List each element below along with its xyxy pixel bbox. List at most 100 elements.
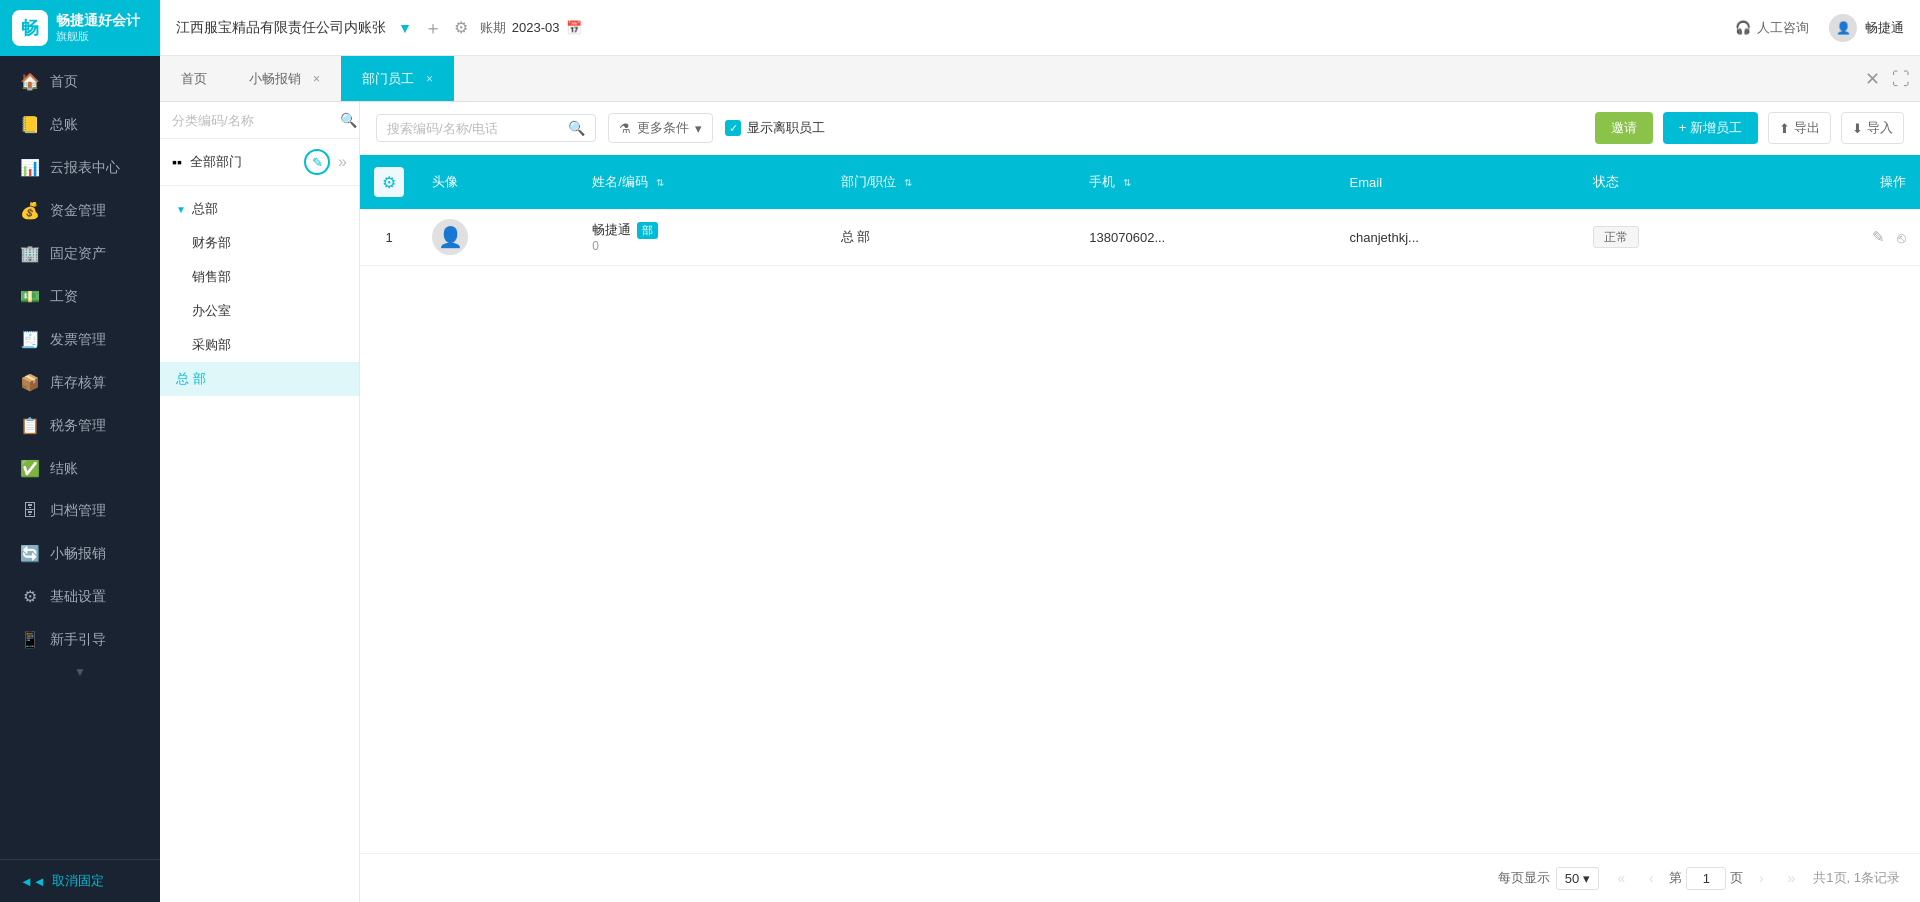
sidebar-item-salary[interactable]: 💵工资 (0, 275, 160, 318)
topbar-settings-icon[interactable]: ⚙ (454, 18, 468, 37)
settings-icon: ⚙ (20, 587, 40, 606)
th-phone[interactable]: 手机 ⇅ (1075, 155, 1335, 209)
sidebar-item-invoice[interactable]: 🧾发票管理 (0, 318, 160, 361)
sidebar-item-guide[interactable]: 📱新手引导 (0, 618, 160, 661)
dept-node-sales[interactable]: 销售部 (160, 260, 359, 294)
phone-sort-icon: ⇅ (1123, 177, 1131, 188)
import-button[interactable]: ⬇ 导入 (1841, 112, 1904, 144)
main-area: 江西服宝精品有限责任公司内账张 ▼ ＋ ⚙ 账期 2023-03 📅 🎧 人工咨… (160, 0, 1920, 902)
import-label: 导入 (1867, 119, 1893, 137)
dept-header: ▪▪ 全部部门 ✎ » (160, 139, 359, 186)
employee-search-icon[interactable]: 🔍 (568, 120, 585, 136)
dept-node-general[interactable]: 总 部 (160, 362, 359, 396)
dept-arrow-down-icon: ▼ (176, 204, 186, 215)
logout-employee-icon[interactable]: ⎋ (1897, 229, 1906, 246)
sidebar-item-tax[interactable]: 📋税务管理 (0, 404, 160, 447)
th-name[interactable]: 姓名/编码 ⇅ (578, 155, 827, 209)
prev-page-button[interactable]: ‹ (1639, 866, 1663, 890)
row-email: chanjethkj... (1336, 209, 1580, 266)
sidebar-item-archive[interactable]: 🗄归档管理 (0, 490, 160, 532)
table-settings-button[interactable]: ⚙ (374, 167, 404, 197)
dept-search-input[interactable] (172, 113, 340, 128)
dept-sort-icon: ⇅ (904, 177, 912, 188)
tab-expense-close-icon[interactable]: × (313, 72, 320, 86)
sidebar-item-expense[interactable]: 🔄小畅报销 (0, 532, 160, 575)
employee-code: 0 (592, 239, 813, 253)
tab-employees[interactable]: 部门员工 × (341, 56, 454, 101)
employee-status-badge: 正常 (1593, 226, 1639, 248)
company-name: 江西服宝精品有限责任公司内账张 (176, 19, 386, 37)
last-page-button[interactable]: » (1779, 866, 1803, 890)
sidebar-item-home[interactable]: 🏠首页 (0, 60, 160, 103)
edit-employee-icon[interactable]: ✎ (1872, 228, 1885, 246)
sidebar-item-settings[interactable]: ⚙基础设置 (0, 575, 160, 618)
user-avatar: 👤 (1829, 14, 1857, 42)
app-name: 畅捷通好会计 (56, 12, 140, 29)
sidebar-item-ledger[interactable]: 📒总账 (0, 103, 160, 146)
guide-icon: 📱 (20, 630, 40, 649)
invite-button[interactable]: 邀请 (1595, 112, 1653, 144)
close-all-tabs-button[interactable]: ✕ (1865, 68, 1880, 90)
th-avatar: 头像 (418, 155, 578, 209)
service-icon: 🎧 (1735, 20, 1751, 35)
dept-node-headquarters-group[interactable]: ▼ 总部 (160, 192, 359, 226)
dept-edit-button[interactable]: ✎ (304, 149, 330, 175)
service-button[interactable]: 🎧 人工咨询 (1735, 19, 1809, 37)
unpin-icon: ◄◄ (20, 874, 46, 889)
tab-expense[interactable]: 小畅报销 × (228, 56, 341, 101)
dept-search-box: 🔍 (160, 102, 359, 139)
employee-search-input[interactable] (387, 121, 562, 136)
topbar-right: 🎧 人工咨询 👤 畅捷通 (1735, 14, 1904, 42)
tab-employees-close-icon[interactable]: × (426, 72, 433, 86)
page-prefix-label: 第 (1669, 869, 1682, 887)
add-company-button[interactable]: ＋ (424, 16, 442, 40)
dept-node-procurement[interactable]: 采购部 (160, 328, 359, 362)
filter-icon: ⚗ (619, 121, 631, 136)
page-input-section: 第 页 (1669, 867, 1743, 890)
row-phone: 138070602... (1075, 209, 1335, 266)
company-dropdown-icon[interactable]: ▼ (398, 20, 412, 36)
employee-panel: 🔍 ⚗ 更多条件 ▾ ✓ 显示离职员工 邀请 + 新增员工 ⬆ 导出 (360, 102, 1920, 902)
user-menu[interactable]: 👤 畅捷通 (1829, 14, 1904, 42)
calendar-icon[interactable]: 📅 (566, 20, 582, 35)
scroll-indicator: ▼ (0, 661, 160, 683)
sidebar-item-inventory[interactable]: 📦库存核算 (0, 361, 160, 404)
service-label: 人工咨询 (1757, 19, 1809, 37)
export-button[interactable]: ⬆ 导出 (1768, 112, 1831, 144)
page-size-value: 50 (1565, 871, 1579, 886)
filter-button[interactable]: ⚗ 更多条件 ▾ (608, 113, 713, 143)
employee-name-group: 畅捷通 部 (592, 221, 813, 239)
ledger-icon: 📒 (20, 115, 40, 134)
employee-name: 畅捷通 (592, 221, 631, 239)
next-page-button[interactable]: › (1749, 866, 1773, 890)
filter-chevron-icon: ▾ (695, 121, 702, 136)
page-size-select[interactable]: 50 ▾ (1556, 867, 1599, 890)
sidebar-item-funds[interactable]: 💰资金管理 (0, 189, 160, 232)
add-employee-button[interactable]: + 新增员工 (1663, 112, 1758, 144)
show-resigned-toggle[interactable]: ✓ 显示离职员工 (725, 119, 825, 137)
sidebar-item-reports[interactable]: 📊云报表中心 (0, 146, 160, 189)
th-email: Email (1336, 155, 1580, 209)
toolbar-right: 邀请 + 新增员工 ⬆ 导出 ⬇ 导入 (1595, 112, 1904, 144)
show-resigned-checkbox[interactable]: ✓ (725, 120, 741, 136)
th-dept[interactable]: 部门/职位 ⇅ (827, 155, 1076, 209)
unpin-button[interactable]: ◄◄ 取消固定 (0, 859, 160, 902)
sidebar: 畅 畅捷通好会计 旗舰版 🏠首页 📒总账 📊云报表中心 💰资金管理 🏢固定资产 … (0, 0, 160, 902)
all-depts-label: 全部部门 (190, 153, 296, 171)
th-settings: ⚙ (360, 155, 418, 209)
dept-node-finance[interactable]: 财务部 (160, 226, 359, 260)
employee-table: ⚙ 头像 姓名/编码 ⇅ 部门/职位 ⇅ (360, 155, 1920, 266)
expand-tabs-button[interactable]: ⛶ (1892, 68, 1910, 89)
first-page-button[interactable]: « (1609, 866, 1633, 890)
dept-node-label: 总部 (192, 200, 218, 218)
dept-node-office[interactable]: 办公室 (160, 294, 359, 328)
dept-grid-icon: ▪▪ (172, 154, 182, 170)
sidebar-item-checkout[interactable]: ✅结账 (0, 447, 160, 490)
dept-collapse-icon[interactable]: » (338, 153, 347, 171)
sidebar-item-assets[interactable]: 🏢固定资产 (0, 232, 160, 275)
page-number-input[interactable] (1686, 867, 1726, 890)
funds-icon: 💰 (20, 201, 40, 220)
dept-search-icon[interactable]: 🔍 (340, 112, 357, 128)
tab-home[interactable]: 首页 (160, 56, 228, 101)
logo-icon: 畅 (12, 10, 48, 46)
